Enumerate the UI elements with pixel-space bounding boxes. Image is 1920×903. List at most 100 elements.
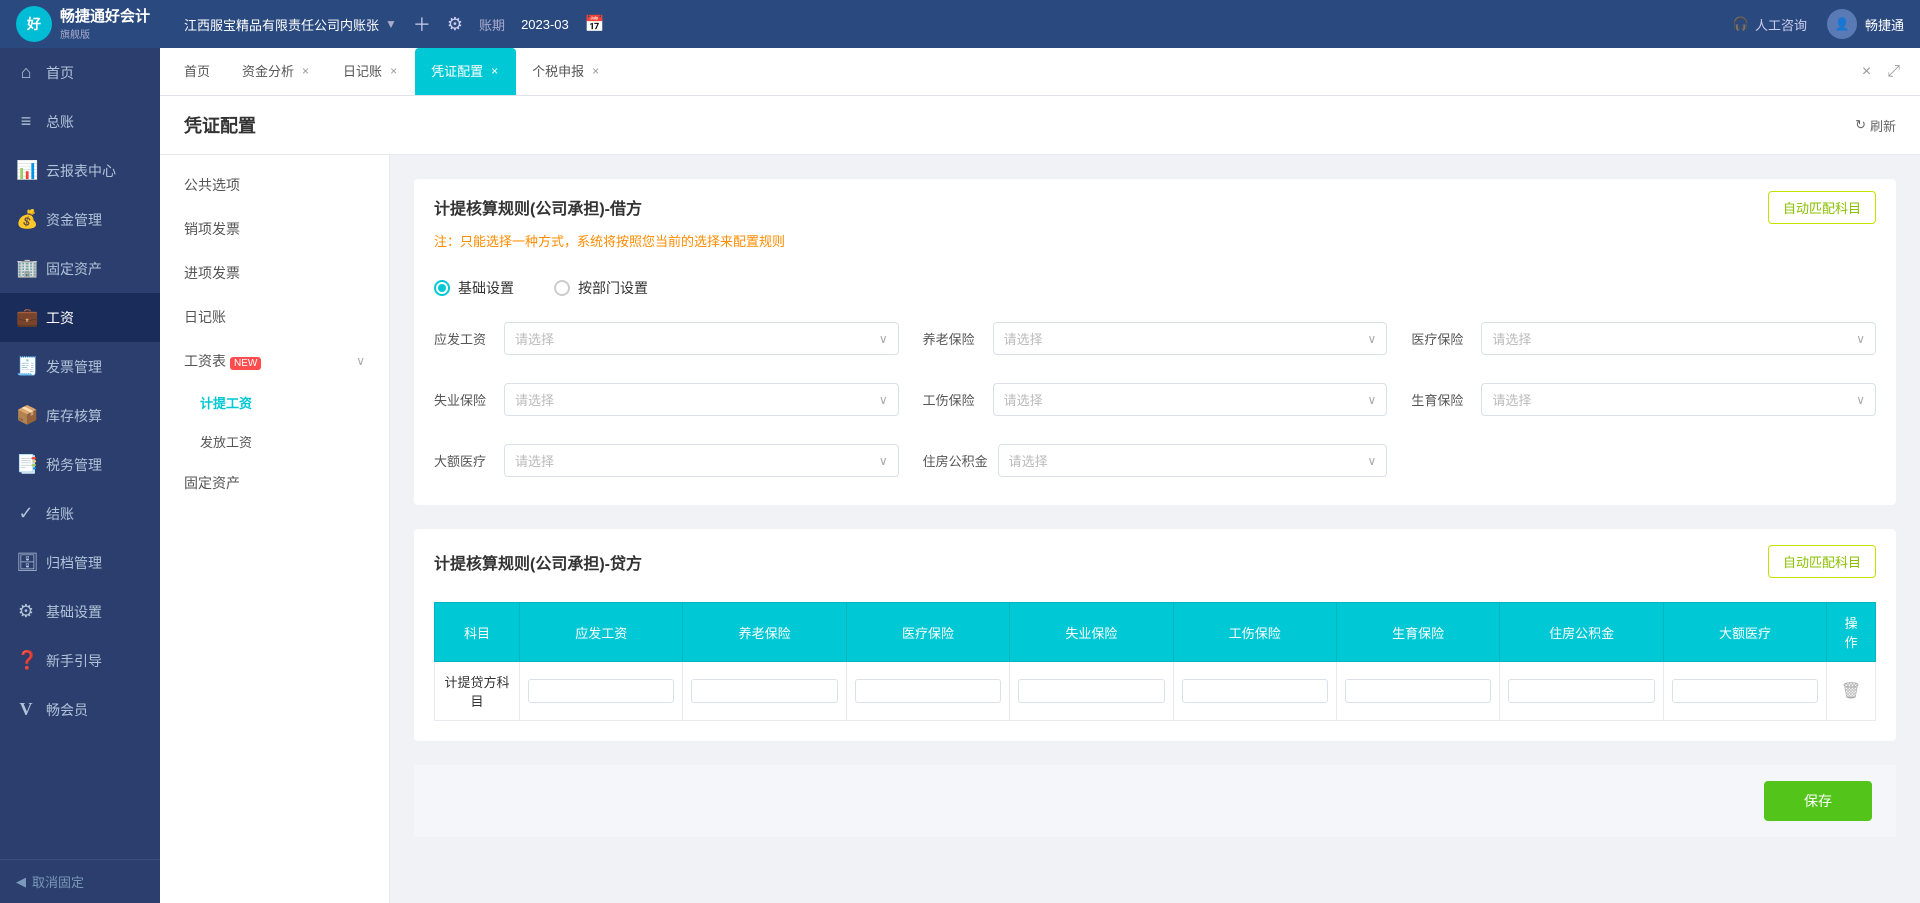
td-gongshang-input[interactable] [1182,679,1328,703]
sidebar-item-archive[interactable]: 🗄 归档管理 [0,538,160,587]
save-button[interactable]: 保存 [1764,781,1872,821]
tax-icon: 📑 [16,454,36,475]
select-gongshang-arrow: ∨ [1368,393,1377,407]
td-shengyu-input-cell [1336,662,1499,721]
td-shengyu-input[interactable] [1345,679,1491,703]
tab-tax-return-close[interactable]: × [590,64,601,78]
company-dropdown-arrow: ▼ [385,17,397,31]
select-yiliao-arrow: ∨ [1856,332,1865,346]
delete-row-icon[interactable]: 🗑 [1841,683,1861,700]
sidebar-item-invoices[interactable]: 🧾 发票管理 [0,342,160,391]
sub-nav-public[interactable]: 公共选项 [160,163,389,207]
archive-icon: 🗄 [16,552,36,573]
select-yanglao[interactable]: 请选择 ∨ [993,322,1388,355]
debit-form-row3: 大额医疗 请选择 ∨ 住房公积金 请选择 ∨ [434,436,1876,485]
expand-tab-button[interactable]: ⤢ [1883,59,1904,85]
tab-journal-close[interactable]: × [388,64,399,78]
debit-radio-group: 基础设置 按部门设置 [434,270,1876,314]
sidebar-item-assets[interactable]: 🏢 固定资产 [0,244,160,293]
tab-voucher-config[interactable]: 凭证配置 × [415,48,516,95]
sidebar-label-salary: 工资 [46,308,74,328]
user-area[interactable]: 👤 畅捷通 [1827,9,1904,39]
th-daeyiliao: 大额医疗 [1663,603,1826,662]
td-yanglao-input-cell [683,662,846,721]
sidebar-item-home[interactable]: ⌂ 首页 [0,48,160,97]
select-shiye[interactable]: 请选择 ∨ [504,383,899,416]
refresh-label: 刷新 [1870,116,1896,135]
period-label: 账期 [479,15,505,34]
settings-button[interactable]: ⚙ [447,14,463,35]
support-button[interactable]: 🎧 人工咨询 [1733,15,1807,34]
sub-nav-fixed-assets[interactable]: 固定资产 [160,461,389,505]
sidebar-item-ledger[interactable]: ≡ 总账 [0,97,160,146]
radio-basic-setting[interactable]: 基础设置 [434,278,514,298]
sidebar-item-member[interactable]: V 畅会员 [0,685,160,734]
label-yanglao: 养老保险 [923,329,983,348]
select-shengyu[interactable]: 请选择 ∨ [1481,383,1876,416]
sidebar-item-reports[interactable]: 📊 云报表中心 [0,146,160,195]
debit-section-header: 计提核算规则(公司承担)-借方 注：只能选择一种方式，系统将按照您当前的选择来配… [414,179,1896,262]
td-yingfa-input[interactable] [528,679,674,703]
sub-nav-journal[interactable]: 日记账 [160,295,389,339]
credit-auto-match-button[interactable]: 自动匹配科目 [1768,545,1876,578]
sidebar-item-funds[interactable]: 💰 资金管理 [0,195,160,244]
company-selector[interactable]: 江西服宝精品有限责任公司内账张 ▼ [184,15,397,34]
calendar-icon[interactable]: 📅 [585,14,605,34]
content-area: 首页 资金分析 × 日记账 × 凭证配置 × 个税申报 × × ⤢ [160,48,1920,903]
home-icon: ⌂ [16,62,36,83]
td-shiye-input[interactable] [1018,679,1164,703]
sidebar-item-tax[interactable]: 📑 税务管理 [0,440,160,489]
logo-area: 好 畅捷通好会计 旗舰版 [16,6,176,42]
tab-journal[interactable]: 日记账 × [327,48,415,95]
checkout-icon: ✓ [16,503,36,524]
sidebar-item-checkout[interactable]: ✓ 结账 [0,489,160,538]
sub-nav-payroll-pay[interactable]: 发放工资 [160,422,389,461]
refresh-button[interactable]: ↻ 刷新 [1855,116,1896,135]
sub-nav-payroll-table[interactable]: 工资表NEW ∨ [160,339,389,383]
tab-tax-return[interactable]: 个税申报 × [516,48,617,95]
tab-voucher-config-close[interactable]: × [489,64,500,78]
tab-capital-analysis[interactable]: 资金分析 × [226,48,327,95]
select-gongjijin[interactable]: 请选择 ∨ [998,444,1388,477]
select-daeyiliao[interactable]: 请选择 ∨ [504,444,899,477]
tab-capital-analysis-close[interactable]: × [300,64,311,78]
close-tab-button[interactable]: × [1858,59,1875,85]
tab-home[interactable]: 首页 [168,48,226,95]
select-yingfa[interactable]: 请选择 ∨ [504,322,899,355]
td-shiye-input-cell [1010,662,1173,721]
debit-auto-match-button[interactable]: 自动匹配科目 [1768,191,1876,224]
radio-dept-setting[interactable]: 按部门设置 [554,278,648,298]
form-item-gongshang: 工伤保险 请选择 ∨ [923,383,1388,416]
top-middle: ＋ ⚙ 账期 2023-03 📅 [413,11,605,37]
main-panel: 计提核算规则(公司承担)-借方 注：只能选择一种方式，系统将按照您当前的选择来配… [390,155,1920,903]
label-gongjijin: 住房公积金 [923,451,988,470]
select-gongshang[interactable]: 请选择 ∨ [993,383,1388,416]
credit-table-header-row: 科目 应发工资 养老保险 医疗保险 失业保险 工伤保险 生育保险 住房公积金 大… [435,603,1876,662]
support-label: 人工咨询 [1755,15,1807,34]
tab-bar: 首页 资金分析 × 日记账 × 凭证配置 × 个税申报 × × ⤢ [160,48,1920,96]
sub-nav-purchase[interactable]: 进项发票 [160,251,389,295]
th-gongjijin: 住房公积金 [1500,603,1663,662]
td-yiliao-input[interactable] [855,679,1001,703]
sidebar-label-home: 首页 [46,63,74,83]
sidebar-item-guide[interactable]: ❓ 新手引导 [0,636,160,685]
sidebar-item-inventory[interactable]: 📦 库存核算 [0,391,160,440]
headset-icon: 🎧 [1733,16,1749,32]
funds-icon: 💰 [16,209,36,230]
unpin-button[interactable]: ◀ 取消固定 [0,859,160,903]
tab-actions: × ⤢ [1858,48,1912,95]
td-daeyiliao-input[interactable] [1672,679,1818,703]
add-button[interactable]: ＋ [413,11,431,37]
sidebar-item-settings[interactable]: ⚙ 基础设置 [0,587,160,636]
debit-section-titles: 计提核算规则(公司承担)-借方 注：只能选择一种方式，系统将按照您当前的选择来配… [414,179,805,262]
sidebar-item-salary[interactable]: 💼 工资 [0,293,160,342]
sub-nav-sales[interactable]: 销项发票 [160,207,389,251]
sidebar-label-invoices: 发票管理 [46,357,102,377]
td-gongjijin-input[interactable] [1508,679,1654,703]
select-yiliao[interactable]: 请选择 ∨ [1481,322,1876,355]
td-yanglao-input[interactable] [691,679,837,703]
app-name: 畅捷通好会计 [60,8,150,26]
top-bar: 好 畅捷通好会计 旗舰版 江西服宝精品有限责任公司内账张 ▼ ＋ ⚙ 账期 20… [0,0,1920,48]
sub-nav-payroll-calc[interactable]: 计提工资 [160,383,389,422]
sidebar-label-inventory: 库存核算 [46,406,102,426]
